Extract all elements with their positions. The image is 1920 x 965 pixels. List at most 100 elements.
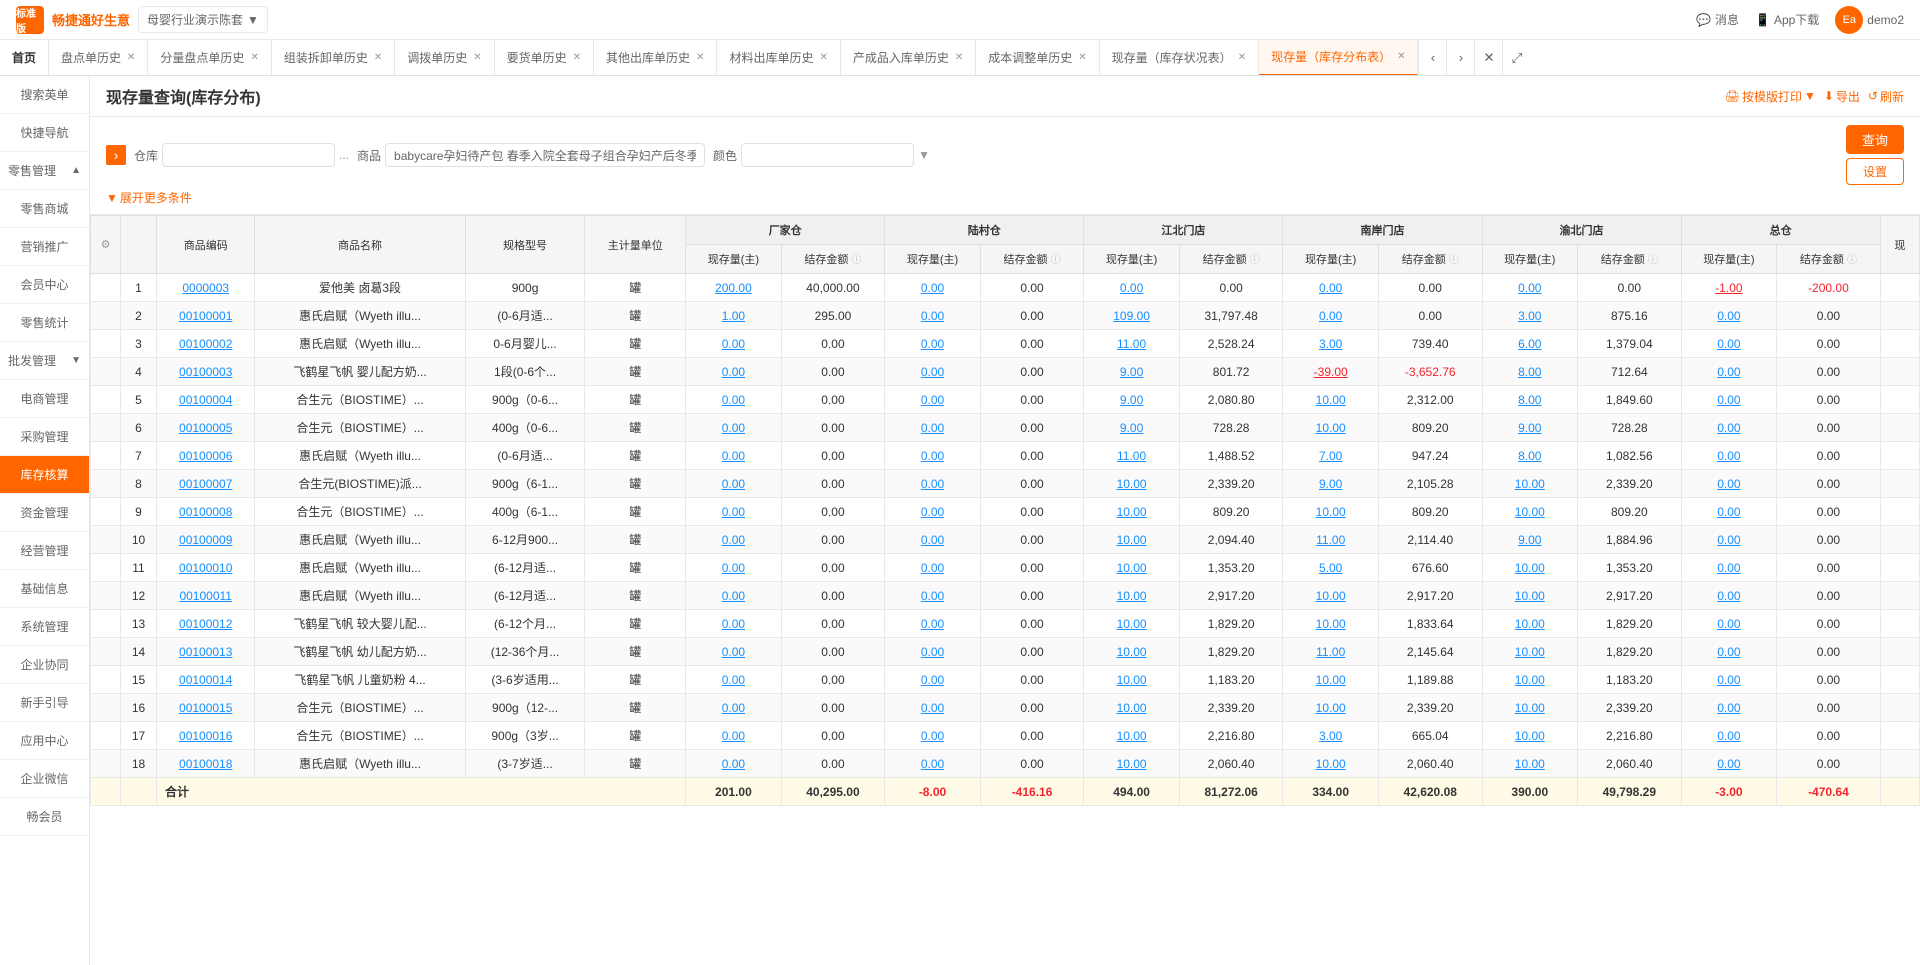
row-lc-qty: 0.00 (885, 610, 981, 638)
row-no: 2 (121, 302, 157, 330)
row-unit: 罐 (585, 498, 686, 526)
sidebar-item-ecommerce[interactable]: 电商管理 (0, 380, 89, 418)
tab-7[interactable]: 材料出库单历史 ✕ (717, 40, 840, 76)
row-zc-amt: 0.00 (1777, 330, 1881, 358)
tab-close-icon[interactable]: ✕ (573, 52, 581, 63)
info-icon[interactable]: ⓘ (851, 255, 861, 266)
tab-close-icon[interactable]: ✕ (127, 52, 135, 63)
tab-close-icon[interactable]: ✕ (696, 52, 704, 63)
sidebar-item-wechat[interactable]: 企业微信 (0, 760, 89, 798)
tab-9[interactable]: 成本调整单历史 ✕ (976, 40, 1099, 76)
unit-col-header: 主计量单位 (585, 216, 686, 274)
summary-lc-amt: -416.16 (980, 778, 1084, 806)
table-settings-icon[interactable]: ⚙ (101, 239, 111, 251)
row-na-qty: 10.00 (1283, 582, 1379, 610)
info-icon[interactable]: ⓘ (1449, 255, 1459, 266)
row-yb-amt: 809.20 (1578, 498, 1682, 526)
sidebar-item-member[interactable]: 会员中心 (0, 266, 89, 304)
expand-more-btn[interactable]: ▼ 展开更多条件 (106, 189, 1904, 206)
row-lc-qty: 0.00 (885, 750, 981, 778)
row-zc-qty: 0.00 (1681, 358, 1777, 386)
tab-close-icon[interactable]: ✕ (250, 52, 258, 63)
sidebar-item-wholesale-mgmt[interactable]: 批发管理 ▼ (0, 342, 89, 380)
sidebar-item-appstore[interactable]: 应用中心 (0, 722, 89, 760)
tab-8[interactable]: 产成品入库单历史 ✕ (841, 40, 976, 76)
tab-close-all-btn[interactable]: ✕ (1474, 40, 1502, 76)
warehouse-input[interactable] (162, 143, 335, 167)
expand-collapse-btn[interactable]: › (106, 145, 126, 165)
row-jb-qty: 109.00 (1084, 302, 1180, 330)
print-btn[interactable]: 🖨 按模版打印 ▼ (1725, 88, 1816, 105)
info-icon[interactable]: ⓘ (1250, 255, 1260, 266)
row-na-qty: 10.00 (1283, 386, 1379, 414)
message-btn[interactable]: 💬 消息 (1696, 11, 1739, 28)
query-button[interactable]: 查询 (1846, 125, 1904, 154)
row-na-qty: 9.00 (1283, 470, 1379, 498)
tab-4[interactable]: 调拨单历史 ✕ (395, 40, 494, 76)
user-profile[interactable]: Ea demo2 (1835, 6, 1904, 34)
tab-home[interactable]: 首页 (0, 40, 49, 76)
sidebar-item-system[interactable]: 系统管理 (0, 608, 89, 646)
settings-col-header: ⚙ (91, 216, 121, 274)
sidebar-item-retail-shop[interactable]: 零售商城 (0, 190, 89, 228)
row-settings (91, 722, 121, 750)
tab-3[interactable]: 组装拆卸单历史 ✕ (272, 40, 395, 76)
tab-close-icon[interactable]: ✕ (1078, 52, 1086, 63)
tab-close-icon[interactable]: ✕ (819, 52, 827, 63)
tab-close-icon[interactable]: ✕ (374, 52, 382, 63)
tab-next-btn[interactable]: › (1446, 40, 1474, 76)
org-switcher[interactable]: 母婴行业演示陈套 ▼ (138, 6, 268, 33)
row-lc-amt: 0.00 (980, 666, 1084, 694)
sidebar-item-operations[interactable]: 经营管理 (0, 532, 89, 570)
row-cur (1880, 750, 1919, 778)
sidebar-item-purchase[interactable]: 采购管理 (0, 418, 89, 456)
tab-2[interactable]: 分量盘点单历史 ✕ (148, 40, 271, 76)
row-lc-amt: 0.00 (980, 694, 1084, 722)
tab-prev-btn[interactable]: ‹ (1418, 40, 1446, 76)
row-na-amt: 947.24 (1378, 442, 1482, 470)
row-lc-amt: 0.00 (980, 582, 1084, 610)
row-name: 合生元（BIOSTIME）... (255, 722, 465, 750)
sidebar-item-quicknav[interactable]: 快捷导航 (0, 114, 89, 152)
row-fj-amt: 0.00 (781, 330, 885, 358)
info-icon[interactable]: ⓘ (1648, 255, 1658, 266)
info-icon[interactable]: ⓘ (1847, 255, 1857, 266)
sidebar-item-collab[interactable]: 企业协同 (0, 646, 89, 684)
goods-input[interactable] (385, 143, 705, 167)
row-na-qty: -39.00 (1283, 358, 1379, 386)
sidebar-item-retail-stats[interactable]: 零售统计 (0, 304, 89, 342)
sidebar-item-retail-mgmt[interactable]: 零售管理 ▲ (0, 152, 89, 190)
topbar: 标准版 畅捷通好生意 母婴行业演示陈套 ▼ 💬 消息 📱 App下载 Ea de… (0, 0, 1920, 40)
refresh-btn[interactable]: ↺ 刷新 (1868, 88, 1904, 105)
setting-button[interactable]: 设置 (1846, 158, 1904, 185)
tab-close-icon[interactable]: ✕ (473, 52, 481, 63)
sidebar-item-basic-info[interactable]: 基础信息 (0, 570, 89, 608)
table-container[interactable]: ⚙ 商品编码 商品名称 规格型号 主计量单位 厂家仓 陆村仓 江北门店 南岸门店… (90, 215, 1920, 965)
export-btn[interactable]: ⬇ 导出 (1824, 88, 1860, 105)
warehouse-dots[interactable]: ... (339, 148, 349, 162)
tab-10[interactable]: 现存量（库存状况表） ✕ (1100, 40, 1259, 76)
sidebar-item-guide[interactable]: 新手引导 (0, 684, 89, 722)
sidebar-item-marketing[interactable]: 营销推广 (0, 228, 89, 266)
tab-1[interactable]: 盘点单历史 ✕ (49, 40, 148, 76)
row-lc-amt: 0.00 (980, 722, 1084, 750)
sidebar-item-member2[interactable]: 畅会员 (0, 798, 89, 836)
tab-expand-btn[interactable]: ⤢ (1502, 40, 1530, 76)
tab-close-icon[interactable]: ✕ (955, 52, 963, 63)
tab-11[interactable]: 现存量（库存分布表） ✕ (1259, 40, 1418, 76)
tab-close-icon[interactable]: ✕ (1238, 52, 1246, 63)
tab-5[interactable]: 要货单历史 ✕ (495, 40, 594, 76)
row-cur (1880, 386, 1919, 414)
row-fj-qty: 0.00 (686, 470, 782, 498)
sidebar-item-finance[interactable]: 资金管理 (0, 494, 89, 532)
row-na-qty: 10.00 (1283, 750, 1379, 778)
sidebar-item-inventory[interactable]: 库存核算 (0, 456, 89, 494)
logo-area: 畅捷通好生意 (52, 10, 130, 29)
app-download-btn[interactable]: 📱 App下载 (1755, 11, 1819, 28)
summary-fj-qty: 201.00 (686, 778, 782, 806)
tab-close-icon[interactable]: ✕ (1397, 51, 1405, 62)
info-icon[interactable]: ⓘ (1051, 255, 1061, 266)
tab-6[interactable]: 其他出库单历史 ✕ (594, 40, 717, 76)
sidebar-item-search[interactable]: 搜索英单 (0, 76, 89, 114)
color-input[interactable] (741, 143, 914, 167)
